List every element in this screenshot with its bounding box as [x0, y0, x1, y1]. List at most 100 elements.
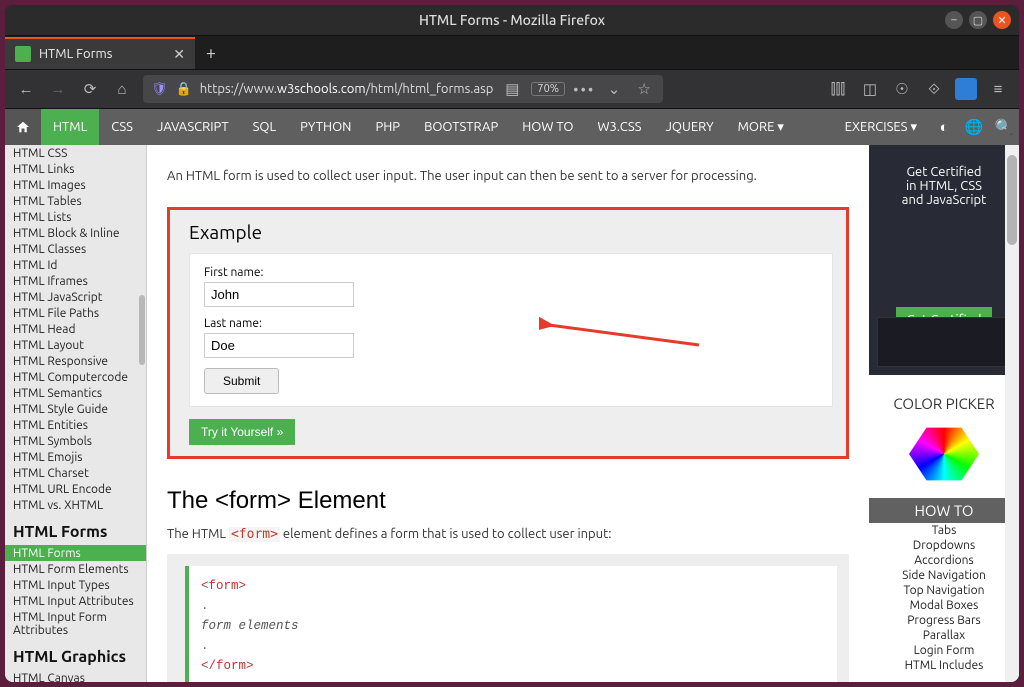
- address-bar[interactable]: 🛡 🔒 https://www.w3schools.com/html/html_…: [143, 75, 663, 103]
- nav-item-howto[interactable]: HOW TO: [510, 109, 585, 145]
- page-scrollbar-thumb[interactable]: [1007, 155, 1017, 245]
- sidebar-item[interactable]: HTML Symbols: [5, 433, 146, 449]
- howto-link[interactable]: Accordions: [869, 553, 1019, 568]
- sidebar-item[interactable]: HTML Lists: [5, 209, 146, 225]
- nav-item-python[interactable]: PYTHON: [288, 109, 363, 145]
- nav-forward-button[interactable]: →: [47, 80, 69, 98]
- protections-icon[interactable]: ⟐: [923, 80, 945, 98]
- sidebar-item[interactable]: HTML Tables: [5, 193, 146, 209]
- tab-title: HTML Forms: [39, 47, 112, 61]
- label-firstname: First name:: [204, 266, 818, 279]
- sidebar-item[interactable]: HTML Block & Inline: [5, 225, 146, 241]
- nav-item-jquery[interactable]: JQUERY: [653, 109, 725, 145]
- sidebar-item[interactable]: HTML Links: [5, 161, 146, 177]
- nav-item-w3css[interactable]: W3.CSS: [585, 109, 653, 145]
- save-pocket-icon[interactable]: ⌄: [603, 80, 625, 98]
- sidebar-toggle-icon[interactable]: ◫: [859, 80, 881, 98]
- sidebar-item[interactable]: HTML Charset: [5, 465, 146, 481]
- submit-button[interactable]: Submit: [204, 368, 279, 394]
- sidebar-item[interactable]: HTML JavaScript: [5, 289, 146, 305]
- nav-item-html[interactable]: HTML: [41, 109, 99, 145]
- search-icon[interactable]: 🔍: [989, 109, 1019, 145]
- nav-item-css[interactable]: CSS: [99, 109, 145, 145]
- nav-item-javascript[interactable]: JAVASCRIPT: [145, 109, 241, 145]
- window-minimize-button[interactable]: –: [945, 11, 963, 29]
- sidebar-item[interactable]: HTML Style Guide: [5, 401, 146, 417]
- colorpicker-icon[interactable]: [909, 424, 979, 484]
- howto-link[interactable]: Top Navigation: [869, 583, 1019, 598]
- label-lastname: Last name:: [204, 317, 818, 330]
- code-block: <form> . form elements . </form>: [185, 566, 837, 682]
- reader-mode-icon[interactable]: ▤: [501, 80, 523, 98]
- nav-item-php[interactable]: PHP: [363, 109, 412, 145]
- howto-link[interactable]: Dropdowns: [869, 538, 1019, 553]
- sidebar-item[interactable]: HTML Responsive: [5, 353, 146, 369]
- home-icon: [17, 120, 29, 134]
- tracking-shield-icon[interactable]: 🛡: [151, 82, 168, 97]
- site-nav: HTML CSS JAVASCRIPT SQL PYTHON PHP BOOTS…: [5, 109, 1019, 145]
- zoom-badge[interactable]: 70%: [531, 82, 565, 96]
- nav-exercises[interactable]: EXERCISES ▾: [833, 109, 929, 145]
- sidebar-heading-graphics: HTML Graphics: [5, 638, 146, 670]
- main-menu-button[interactable]: ≡: [987, 80, 1009, 98]
- sidebar-item[interactable]: HTML Id: [5, 257, 146, 273]
- window-close-button[interactable]: ✕: [993, 11, 1011, 29]
- nav-home[interactable]: [5, 109, 41, 145]
- nav-item-more[interactable]: MORE ▾: [726, 109, 796, 145]
- sidebar-item[interactable]: HTML Input Attributes: [5, 593, 146, 609]
- sidebar-item[interactable]: HTML vs. XHTML: [5, 497, 146, 513]
- sidebar-item[interactable]: HTML Entities: [5, 417, 146, 433]
- sidebar-scrollbar-thumb[interactable]: [139, 295, 145, 365]
- tab-close-button[interactable]: ✕: [173, 46, 185, 63]
- library-icon[interactable]: ⫿⫿⫿: [827, 80, 849, 98]
- extension-button[interactable]: [955, 78, 977, 100]
- sidebar-item[interactable]: HTML Head: [5, 321, 146, 337]
- input-lastname[interactable]: [204, 333, 354, 358]
- ad-line: and JavaScript: [881, 193, 1007, 207]
- globe-icon[interactable]: 🌐: [959, 109, 989, 145]
- sidebar-item[interactable]: HTML Images: [5, 177, 146, 193]
- sidebar-item[interactable]: HTML File Paths: [5, 305, 146, 321]
- howto-link[interactable]: Modal Boxes: [869, 598, 1019, 613]
- page-actions-icon[interactable]: •••: [573, 81, 595, 98]
- lock-icon[interactable]: 🔒: [176, 82, 192, 97]
- howto-link[interactable]: Tabs: [869, 523, 1019, 538]
- howto-link[interactable]: Side Navigation: [869, 568, 1019, 583]
- sidebar-item[interactable]: HTML Form Elements: [5, 561, 146, 577]
- theme-toggle-icon[interactable]: ◐: [929, 109, 959, 145]
- nav-back-button[interactable]: ←: [15, 80, 37, 98]
- section-heading: The <form> Element: [167, 487, 849, 515]
- sidebar-item[interactable]: HTML Emojis: [5, 449, 146, 465]
- certification-ad[interactable]: Get Certified in HTML, CSS and JavaScrip…: [869, 145, 1019, 375]
- sidebar-item[interactable]: HTML Semantics: [5, 385, 146, 401]
- browser-tab[interactable]: HTML Forms ✕: [5, 37, 195, 69]
- sidebar-item[interactable]: HTML Input Form Attributes: [5, 609, 146, 638]
- nav-item-bootstrap[interactable]: BOOTSTRAP: [412, 109, 510, 145]
- howto-link[interactable]: HTML Includes: [869, 658, 1019, 673]
- sidebar-item[interactable]: HTML Canvas: [5, 670, 146, 682]
- tab-strip: HTML Forms ✕ +: [5, 35, 1019, 69]
- nav-home-button[interactable]: ⌂: [111, 80, 133, 98]
- sidebar-item[interactable]: HTML URL Encode: [5, 481, 146, 497]
- sidebar-item[interactable]: HTML Classes: [5, 241, 146, 257]
- sidebar-item[interactable]: HTML Input Types: [5, 577, 146, 593]
- sidebar-item[interactable]: HTML Layout: [5, 337, 146, 353]
- sidebar-item[interactable]: HTML Computercode: [5, 369, 146, 385]
- howto-link[interactable]: Progress Bars: [869, 613, 1019, 628]
- sidebar-item-forms[interactable]: HTML Forms: [5, 545, 146, 561]
- bookmark-star-icon[interactable]: ☆: [633, 80, 655, 98]
- window-title: HTML Forms - Mozilla Firefox: [5, 12, 1019, 28]
- nav-item-sql[interactable]: SQL: [241, 109, 289, 145]
- howto-link[interactable]: Parallax: [869, 628, 1019, 643]
- window-maximize-button[interactable]: ▢: [969, 11, 987, 29]
- sidebar-item[interactable]: HTML CSS: [5, 145, 146, 161]
- sidebar-item[interactable]: HTML Iframes: [5, 273, 146, 289]
- try-it-button[interactable]: Try it Yourself »: [189, 419, 295, 445]
- favicon-icon: [15, 46, 31, 62]
- account-icon[interactable]: ☉: [891, 80, 913, 98]
- page-scrollbar-track[interactable]: [1005, 145, 1019, 682]
- howto-link[interactable]: Login Form: [869, 643, 1019, 658]
- input-firstname[interactable]: [204, 282, 354, 307]
- new-tab-button[interactable]: +: [195, 37, 227, 69]
- nav-reload-button[interactable]: ⟳: [79, 80, 101, 98]
